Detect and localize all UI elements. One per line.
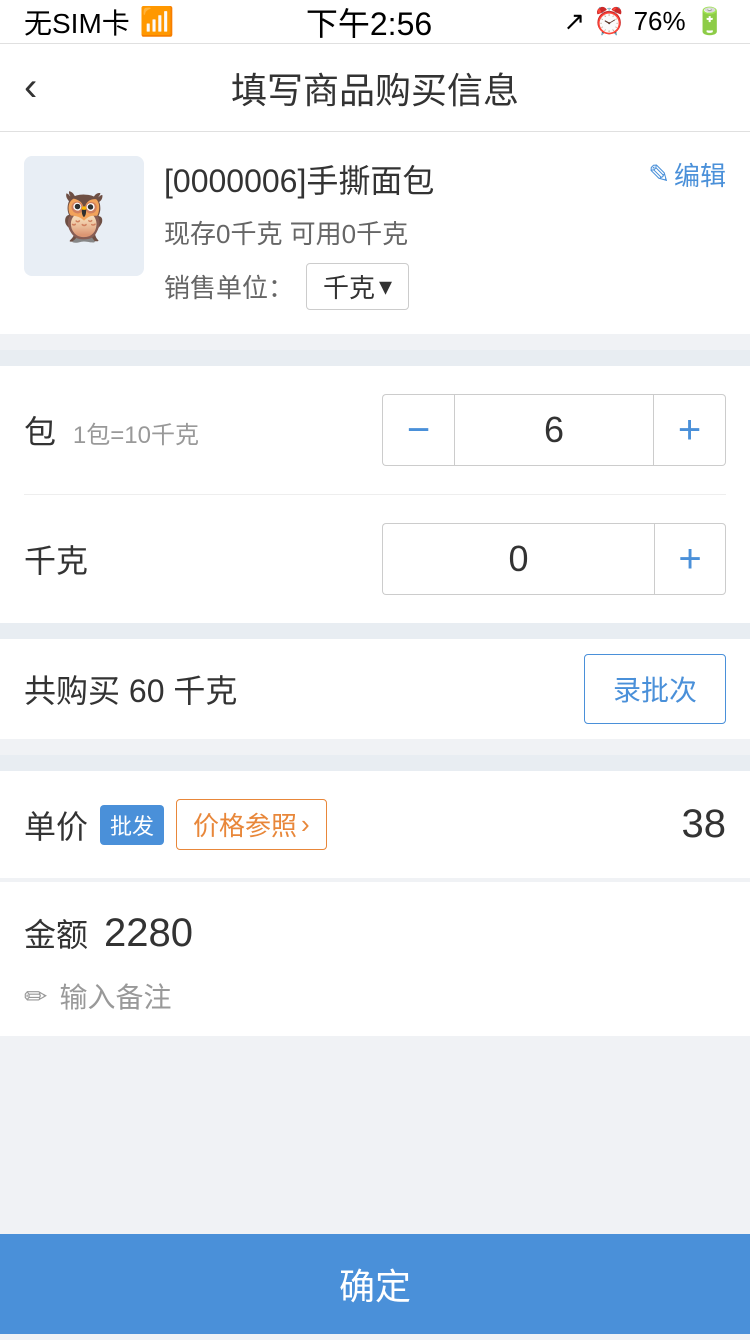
- price-label: 单价: [24, 802, 88, 848]
- battery-text: 76%: [634, 6, 686, 37]
- batch-button[interactable]: 录批次: [584, 654, 726, 724]
- package-sublabel: 1包=10千克: [73, 422, 199, 449]
- status-time: 下午2:56: [306, 0, 432, 45]
- unit-chevron-icon: ▾: [379, 271, 392, 302]
- total-text: 共购买 60 千克: [24, 666, 237, 712]
- package-plus-button[interactable]: +: [654, 394, 726, 466]
- product-logo-icon: 🦉: [54, 188, 114, 245]
- kg-plus-button[interactable]: +: [654, 523, 726, 595]
- amount-row: 金额 2280: [24, 910, 726, 956]
- unit-selector[interactable]: 千克 ▾: [306, 263, 409, 310]
- product-image: 🦉: [24, 156, 144, 276]
- total-section: 共购买 60 千克 录批次: [0, 639, 750, 739]
- status-left: 无SIM卡 📶: [24, 2, 175, 42]
- package-input[interactable]: [454, 394, 654, 466]
- kg-label: 千克: [24, 543, 88, 579]
- carrier-text: 无SIM卡: [24, 2, 130, 42]
- price-batch-tag: 批发: [100, 805, 164, 845]
- product-name: [0000006]手撕面包: [164, 156, 434, 202]
- kg-input[interactable]: [382, 523, 654, 595]
- remark-row[interactable]: ✏ 输入备注: [24, 976, 726, 1016]
- product-stock: 现存0千克 可用0千克: [164, 214, 726, 251]
- product-unit-row: 销售单位： 千克 ▾: [164, 263, 726, 310]
- price-value: 38: [682, 802, 727, 847]
- pencil-icon: ✏: [24, 980, 47, 1013]
- package-label: 包: [24, 414, 56, 450]
- nav-bar: ‹ 填写商品购买信息: [0, 44, 750, 132]
- price-section: 单价 批发 价格参照 › 38: [0, 771, 750, 878]
- edit-button[interactable]: ✎ 编辑: [648, 156, 726, 193]
- amount-section: 金额 2280 ✏ 输入备注: [0, 882, 750, 1036]
- package-controls: − +: [382, 394, 726, 466]
- status-bar: 无SIM卡 📶 下午2:56 ↗ ⏰ 76% 🔋: [0, 0, 750, 44]
- quantity-section: 包 1包=10千克 − + 千克 +: [0, 366, 750, 623]
- unit-label: 销售单位：: [164, 268, 294, 305]
- battery-icon: 🔋: [694, 6, 726, 37]
- wifi-icon: 📶: [140, 5, 175, 38]
- separator-1: [0, 350, 750, 366]
- kg-row: 千克 +: [24, 495, 726, 623]
- price-ref-chevron-icon: ›: [301, 809, 310, 840]
- total-unit: 千克: [173, 673, 237, 709]
- unit-value: 千克: [323, 268, 375, 305]
- status-right: ↗ ⏰ 76% 🔋: [563, 6, 726, 37]
- edit-icon: ✎: [648, 159, 670, 190]
- package-row: 包 1包=10千克 − +: [24, 366, 726, 495]
- separator-3: [0, 755, 750, 771]
- price-left: 单价 批发 价格参照 ›: [24, 799, 327, 850]
- alarm-icon: ⏰: [593, 6, 625, 37]
- package-label-group: 包 1包=10千克: [24, 407, 199, 453]
- kg-controls: +: [382, 523, 726, 595]
- total-amount: 60: [129, 673, 165, 709]
- kg-label-group: 千克: [24, 536, 88, 582]
- edit-label: 编辑: [674, 156, 726, 193]
- amount-value: 2280: [104, 911, 193, 956]
- price-ref-label: 价格参照: [193, 806, 297, 843]
- page-title: 填写商品购买信息: [231, 62, 519, 114]
- location-icon: ↗: [563, 6, 585, 37]
- separator-2: [0, 623, 750, 639]
- back-button[interactable]: ‹: [24, 65, 37, 110]
- price-ref-button[interactable]: 价格参照 ›: [176, 799, 327, 850]
- package-minus-button[interactable]: −: [382, 394, 454, 466]
- product-info: [0000006]手撕面包 ✎ 编辑 现存0千克 可用0千克 销售单位： 千克 …: [164, 156, 726, 310]
- confirm-button[interactable]: 确定: [0, 1234, 750, 1334]
- product-card: 🦉 [0000006]手撕面包 ✎ 编辑 现存0千克 可用0千克 销售单位： 千…: [0, 132, 750, 334]
- total-prefix: 共购买: [24, 673, 120, 709]
- remark-label: 输入备注: [59, 976, 171, 1016]
- amount-label: 金额: [24, 910, 88, 956]
